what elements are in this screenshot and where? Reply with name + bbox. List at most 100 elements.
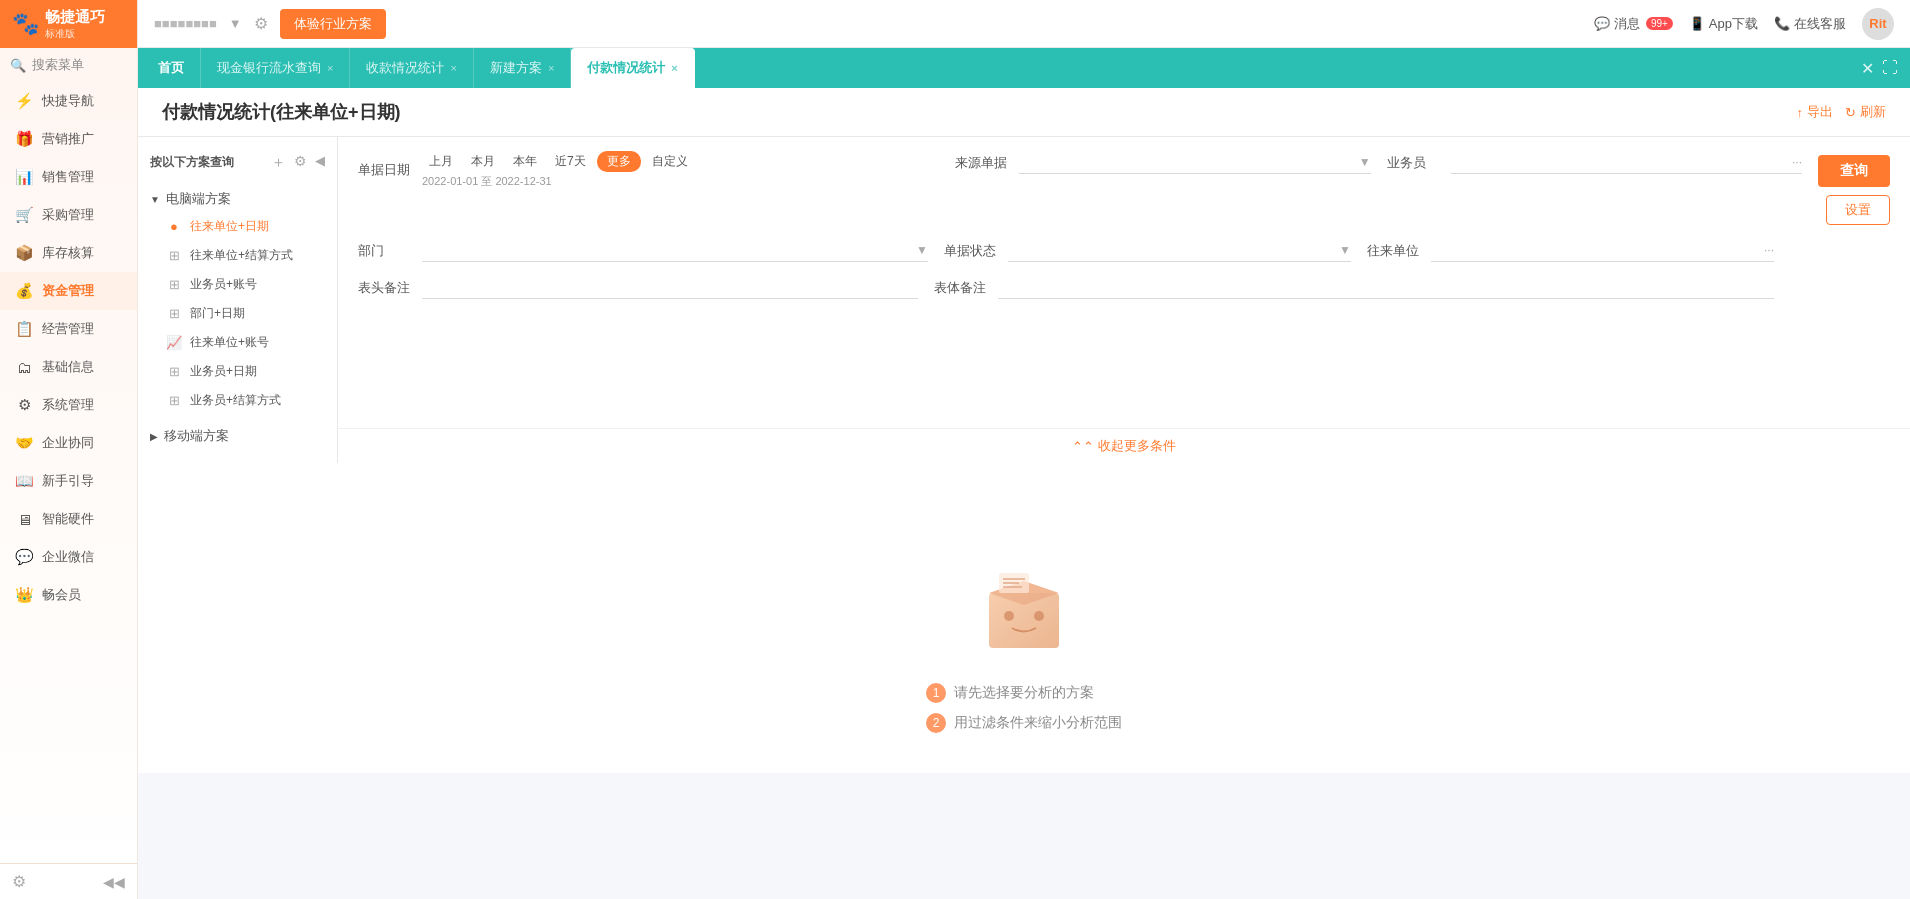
- sidebar-item-collab[interactable]: 🤝 企业协同: [0, 424, 137, 462]
- date-btn-custom[interactable]: 自定义: [645, 151, 695, 172]
- quick-nav-icon: ⚡: [14, 92, 34, 110]
- tab-new-scheme[interactable]: 新建方案 ×: [474, 48, 571, 88]
- collapse-bar[interactable]: ⌃⌃ 收起更多条件: [338, 428, 1910, 463]
- partner-label: 往来单位: [1367, 242, 1423, 260]
- filter-field-body-note: 表体备注: [934, 276, 1774, 299]
- scheme-item-partner-date[interactable]: ● 往来单位+日期: [138, 212, 337, 241]
- sidebar-item-guide[interactable]: 📖 新手引导: [0, 462, 137, 500]
- sidebar-item-basic[interactable]: 🗂 基础信息: [0, 348, 137, 386]
- tab-payment-stats[interactable]: 付款情况统计 ×: [571, 48, 694, 88]
- scheme-item-dept-date[interactable]: ⊞ 部门+日期: [138, 299, 337, 328]
- app-download-btn[interactable]: 📱 App下载: [1689, 15, 1758, 33]
- scheme-gear-icon[interactable]: ⚙: [294, 153, 307, 172]
- sidebar-item-label: 基础信息: [42, 358, 94, 376]
- header-note-input[interactable]: [422, 276, 918, 299]
- tab-new-scheme-close[interactable]: ×: [548, 62, 554, 74]
- tab-home[interactable]: 首页: [142, 48, 201, 88]
- date-buttons: 上月 本月 本年 近7天 更多 自定义: [422, 151, 939, 172]
- sidebar-item-label: 系统管理: [42, 396, 94, 414]
- dept-label: 部门: [358, 242, 414, 260]
- scheme-item-salesperson-date[interactable]: ⊞ 业务员+日期: [138, 357, 337, 386]
- tab-bank-flow[interactable]: 现金银行流水查询 ×: [201, 48, 350, 88]
- export-icon: ↑: [1797, 105, 1804, 120]
- export-btn[interactable]: ↑ 导出: [1797, 103, 1834, 121]
- scheme-item-salesperson-account[interactable]: ⊞ 业务员+账号: [138, 270, 337, 299]
- date-btn-last-month[interactable]: 上月: [422, 151, 460, 172]
- scheme-group-mobile-arrow: ▶: [150, 431, 158, 442]
- scheme-item-label: 业务员+日期: [190, 363, 257, 380]
- scheme-panel: 按以下方案查询 ＋ ⚙ ◀ ▼ 电脑端方案 ● 往来单位+日期: [138, 137, 338, 463]
- scheme-item-salesperson-settle[interactable]: ⊞ 业务员+结算方式: [138, 386, 337, 415]
- source-select[interactable]: ▼: [1019, 151, 1370, 174]
- action-buttons: 查询 设置: [1818, 151, 1890, 225]
- guide-icon: 📖: [14, 472, 34, 490]
- tab-payment-stats-label: 付款情况统计: [587, 59, 665, 77]
- scheme-item-partner-settle[interactable]: ⊞ 往来单位+结算方式: [138, 241, 337, 270]
- topbar-dropdown-icon[interactable]: ▼: [229, 16, 242, 31]
- sidebar-footer: ⚙ ◀◀: [0, 863, 137, 899]
- sidebar-collapse-icon[interactable]: ◀◀: [103, 874, 125, 890]
- topbar-settings-icon[interactable]: ⚙: [254, 14, 268, 33]
- wechat-icon: 💬: [14, 548, 34, 566]
- tab-receipt-stats[interactable]: 收款情况统计 ×: [350, 48, 473, 88]
- salesperson-select[interactable]: ···: [1451, 151, 1802, 174]
- sidebar-item-system[interactable]: ⚙ 系统管理: [0, 386, 137, 424]
- scheme-collapse-icon[interactable]: ◀: [315, 153, 325, 172]
- sidebar-item-sales[interactable]: 📊 销售管理: [0, 158, 137, 196]
- tab-expand-icon[interactable]: ⛶: [1882, 59, 1898, 77]
- filter-field-source: 来源单据 ▼: [955, 151, 1370, 174]
- page-header: 付款情况统计(往来单位+日期) ↑ 导出 ↻ 刷新: [138, 88, 1910, 137]
- sidebar-item-label: 新手引导: [42, 472, 94, 490]
- sidebar-item-quick-nav[interactable]: ⚡ 快捷导航: [0, 82, 137, 120]
- sidebar-settings-icon[interactable]: ⚙: [12, 872, 26, 891]
- sidebar-logo: 🐾 畅捷通巧 标准版: [0, 0, 137, 48]
- sidebar-item-marketing[interactable]: 🎁 营销推广: [0, 120, 137, 158]
- empty-tip-1: 1 请先选择要分析的方案: [926, 683, 1122, 703]
- date-btn-this-month[interactable]: 本月: [464, 151, 502, 172]
- user-avatar[interactable]: Rit: [1862, 8, 1894, 40]
- sidebar-item-label: 经营管理: [42, 320, 94, 338]
- partner-select[interactable]: ···: [1431, 239, 1774, 262]
- sidebar-item-finance[interactable]: 💰 资金管理: [0, 272, 137, 310]
- scheme-item-icon-6: ⊞: [166, 393, 182, 408]
- sidebar-item-wechat[interactable]: 💬 企业微信: [0, 538, 137, 576]
- scheme-add-icon[interactable]: ＋: [271, 153, 286, 172]
- scheme-group-mobile-title[interactable]: ▶ 移动端方案: [138, 423, 337, 449]
- date-btn-more[interactable]: 更多: [597, 151, 641, 172]
- scheme-item-label: 业务员+账号: [190, 276, 257, 293]
- body-note-input[interactable]: [998, 276, 1774, 299]
- notification-btn[interactable]: 💬 消息 99+: [1594, 15, 1673, 33]
- trial-btn[interactable]: 体验行业方案: [280, 9, 386, 39]
- date-btn-7days[interactable]: 近7天: [548, 151, 593, 172]
- date-btn-this-year[interactable]: 本年: [506, 151, 544, 172]
- sidebar-item-purchase[interactable]: 🛒 采购管理: [0, 196, 137, 234]
- search-menu[interactable]: 🔍 搜索菜单: [0, 48, 137, 82]
- setting-btn[interactable]: 设置: [1826, 195, 1890, 225]
- sidebar-item-label: 企业协同: [42, 434, 94, 452]
- refresh-btn[interactable]: ↻ 刷新: [1845, 103, 1886, 121]
- tab-close-all-icon[interactable]: ✕: [1861, 59, 1874, 78]
- sidebar-item-inventory[interactable]: 📦 库存核算: [0, 234, 137, 272]
- scheme-item-partner-account[interactable]: 📈 往来单位+账号: [138, 328, 337, 357]
- scheme-group-desktop-title[interactable]: ▼ 电脑端方案: [138, 186, 337, 212]
- header-note-label: 表头备注: [358, 279, 414, 297]
- search-menu-label: 搜索菜单: [32, 56, 84, 74]
- tab-bank-flow-close[interactable]: ×: [327, 62, 333, 74]
- source-label: 来源单据: [955, 154, 1011, 172]
- online-service-btn[interactable]: 📞 在线客服: [1774, 15, 1846, 33]
- export-label: 导出: [1807, 103, 1833, 121]
- dept-select[interactable]: ▼: [422, 239, 928, 262]
- notification-label: 消息: [1614, 15, 1640, 33]
- sidebar-item-operations[interactable]: 📋 经营管理: [0, 310, 137, 348]
- sidebar-item-member[interactable]: 👑 畅会员: [0, 576, 137, 614]
- scheme-item-label: 往来单位+账号: [190, 334, 269, 351]
- scheme-item-icon-2: ⊞: [166, 277, 182, 292]
- tab-receipt-stats-close[interactable]: ×: [450, 62, 456, 74]
- doc-status-select[interactable]: ▼: [1008, 239, 1351, 262]
- notification-icon: 💬: [1594, 16, 1610, 31]
- salesperson-dropdown-icon: ···: [1792, 155, 1802, 169]
- sidebar-item-hardware[interactable]: 🖥 智能硬件: [0, 500, 137, 538]
- tip-text-2: 用过滤条件来缩小分析范围: [954, 714, 1122, 732]
- tab-payment-stats-close[interactable]: ×: [671, 62, 677, 74]
- query-btn[interactable]: 查询: [1818, 155, 1890, 187]
